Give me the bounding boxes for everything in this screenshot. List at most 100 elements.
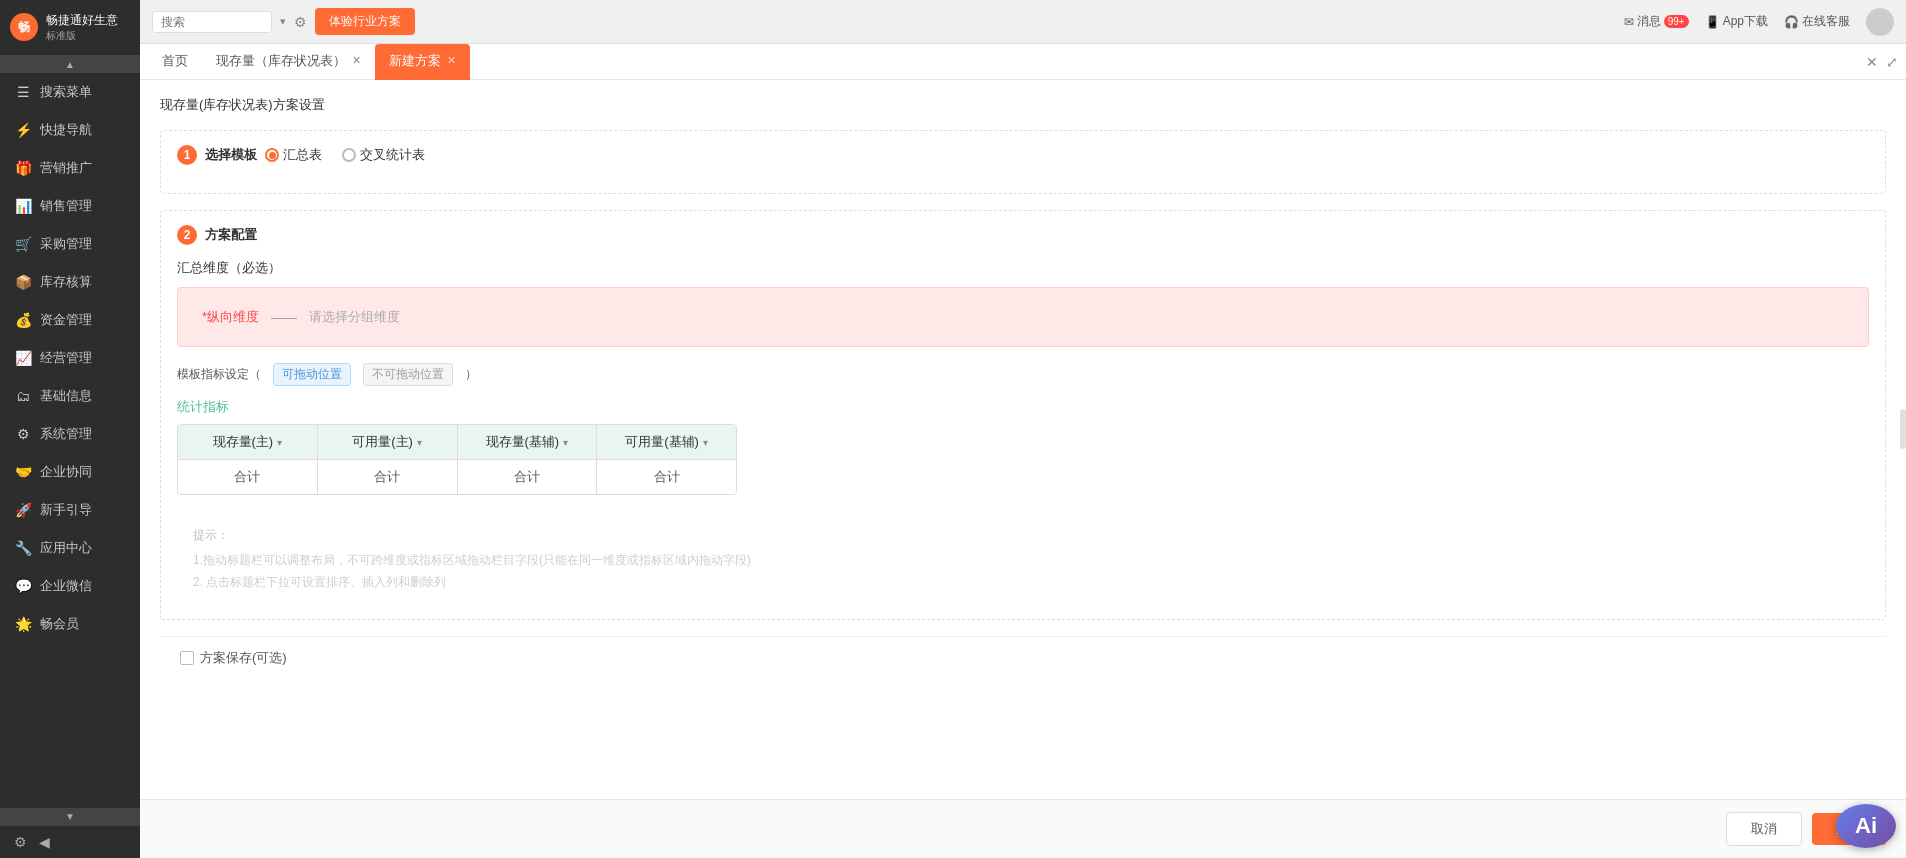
system-icon: ⚙ [14,425,32,443]
indicator-row: 模板指标设定（ 可拖动位置 不可拖动位置 ） [177,363,1869,386]
sidebar-item-management[interactable]: 📈 经营管理 [0,339,140,377]
search-dropdown-icon[interactable]: ▾ [280,15,286,28]
settings-bottom-icon[interactable]: ⚙ [14,834,27,850]
expand-panel-button[interactable]: ⤢ [1886,54,1898,70]
sidebar-item-search[interactable]: ☰ 搜索菜单 [0,73,140,111]
cancel-button[interactable]: 取消 [1726,812,1802,846]
sidebar-nav: ☰ 搜索菜单 ⚡ 快捷导航 🎁 营销推广 📊 销售管理 🛒 采购管理 📦 库存核… [0,73,140,808]
indicator-suffix: ） [465,366,477,383]
messages-button[interactable]: ✉ 消息 99+ [1624,13,1689,30]
user-avatar[interactable] [1866,8,1894,36]
stats-col-0[interactable]: 现存量(主) ▾ [178,425,318,459]
sidebar-item-label: 搜索菜单 [40,83,92,101]
logo-icon: 畅 [10,13,38,41]
radio-summary[interactable]: 汇总表 [265,146,322,164]
dim-placeholder[interactable]: 请选择分组维度 [309,308,400,326]
stats-data-0: 合计 [178,459,318,494]
service-label: 在线客服 [1802,13,1850,30]
tips-item-1-text: 2. 点击标题栏下拉可设置排序、插入列和删除列 [193,575,446,589]
tab-home[interactable]: 首页 [148,44,202,80]
footer-bar: 取消 查询 [140,799,1906,858]
search-input[interactable] [152,11,272,33]
sidebar-item-finance[interactable]: 💰 资金管理 [0,301,140,339]
app-download-button[interactable]: 📱 App下载 [1705,13,1768,30]
sidebar-item-label: 经营管理 [40,349,92,367]
tab-inventory-close[interactable]: ✕ [352,54,361,67]
sidebar-item-enterprise[interactable]: 🤝 企业协同 [0,453,140,491]
stats-col-2[interactable]: 现存量(基辅) ▾ [458,425,598,459]
inventory-icon: 📦 [14,273,32,291]
sidebar-item-basicinfo[interactable]: 🗂 基础信息 [0,377,140,415]
col-3-chevron: ▾ [703,437,708,448]
topbar-settings-icon[interactable]: ⚙ [294,14,307,30]
sidebar-item-wechat[interactable]: 💬 企业微信 [0,567,140,605]
close-panel-button[interactable]: ✕ [1866,54,1878,70]
management-icon: 📈 [14,349,32,367]
sidebar-item-system[interactable]: ⚙ 系统管理 [0,415,140,453]
trial-button[interactable]: 体验行业方案 [315,8,415,35]
sidebar-item-vip[interactable]: 🌟 畅会员 [0,605,140,643]
stats-col-3[interactable]: 可用量(基辅) ▾ [597,425,736,459]
page-title: 现存量(库存状况表)方案设置 [160,96,1886,114]
sidebar-item-label: 畅会员 [40,615,79,633]
sidebar-item-label: 企业协同 [40,463,92,481]
sidebar-scroll-up[interactable]: ▲ [0,56,140,73]
basicinfo-icon: 🗂 [14,387,32,405]
online-service-button[interactable]: 🎧 在线客服 [1784,13,1850,30]
indicator-fixed: 不可拖动位置 [363,363,453,386]
step2-badge: 2 [177,225,197,245]
resize-handle[interactable] [1900,409,1906,449]
sidebar-item-label: 系统管理 [40,425,92,443]
sidebar-item-quicknav[interactable]: ⚡ 快捷导航 [0,111,140,149]
save-label: 方案保存(可选) [200,649,287,667]
stats-label: 统计指标 [177,398,1869,416]
stats-col-0-label: 现存量(主) [213,433,274,451]
tab-home-label: 首页 [162,52,188,70]
enterprise-icon: 🤝 [14,463,32,481]
collapse-icon[interactable]: ◀ [39,834,50,850]
sales-icon: 📊 [14,197,32,215]
stats-col-3-label: 可用量(基辅) [625,433,699,451]
radio-summary-label: 汇总表 [283,146,322,164]
step2-header: 2 方案配置 [177,225,1869,245]
save-checkbox[interactable] [180,651,194,665]
indicator-label: 模板指标设定（ [177,366,261,383]
app-edition: 标准版 [46,29,118,43]
message-icon: ✉ [1624,15,1634,29]
msg-label: 消息 [1637,13,1661,30]
search-menu-icon: ☰ [14,83,32,101]
tab-new-scheme-label: 新建方案 [389,52,441,70]
tab-new-scheme-close[interactable]: ✕ [447,54,456,67]
marketing-icon: 🎁 [14,159,32,177]
tab-inventory[interactable]: 现存量（库存状况表） ✕ [202,44,375,80]
appscenter-icon: 🔧 [14,539,32,557]
sidebar-item-guide[interactable]: 🚀 新手引导 [0,491,140,529]
step1-header: 1 选择模板 汇总表 交叉统计表 [177,145,1869,165]
stats-data-2: 合计 [458,459,598,494]
sidebar-scroll-down[interactable]: ▼ [0,808,140,825]
app-name: 畅捷通好生意 [46,12,118,29]
msg-badge: 99+ [1664,15,1689,28]
ai-badge[interactable]: Ai [1836,804,1896,848]
dim-dash: —— [271,310,297,325]
step2-title: 方案配置 [205,226,257,244]
sidebar-item-label: 快捷导航 [40,121,92,139]
sidebar-item-appscenter[interactable]: 🔧 应用中心 [0,529,140,567]
topbar-right: ✉ 消息 99+ 📱 App下载 🎧 在线客服 [1624,8,1894,36]
radio-cross[interactable]: 交叉统计表 [342,146,425,164]
sidebar-item-inventory[interactable]: 📦 库存核算 [0,263,140,301]
main-wrapper: ▾ ⚙ 体验行业方案 ✉ 消息 99+ 📱 App下载 🎧 在线客服 首页 [140,0,1906,858]
dimension-area[interactable]: *纵向维度 —— 请选择分组维度 [177,287,1869,347]
tips-section: 提示： 1.拖动标题栏可以调整布局，不可跨维度或指标区域拖动栏目字段(只能在同一… [177,515,1869,605]
sidebar-item-marketing[interactable]: 🎁 营销推广 [0,149,140,187]
sidebar-item-label: 应用中心 [40,539,92,557]
app-label: App下载 [1723,13,1768,30]
service-icon: 🎧 [1784,15,1799,29]
stats-col-1[interactable]: 可用量(主) ▾ [318,425,458,459]
sidebar-item-sales[interactable]: 📊 销售管理 [0,187,140,225]
tab-new-scheme[interactable]: 新建方案 ✕ [375,44,470,80]
col-0-chevron: ▾ [277,437,282,448]
sidebar-item-purchase[interactable]: 🛒 采购管理 [0,225,140,263]
agg-dim-label: 汇总维度（必选） [177,259,1869,277]
sidebar-item-label: 资金管理 [40,311,92,329]
